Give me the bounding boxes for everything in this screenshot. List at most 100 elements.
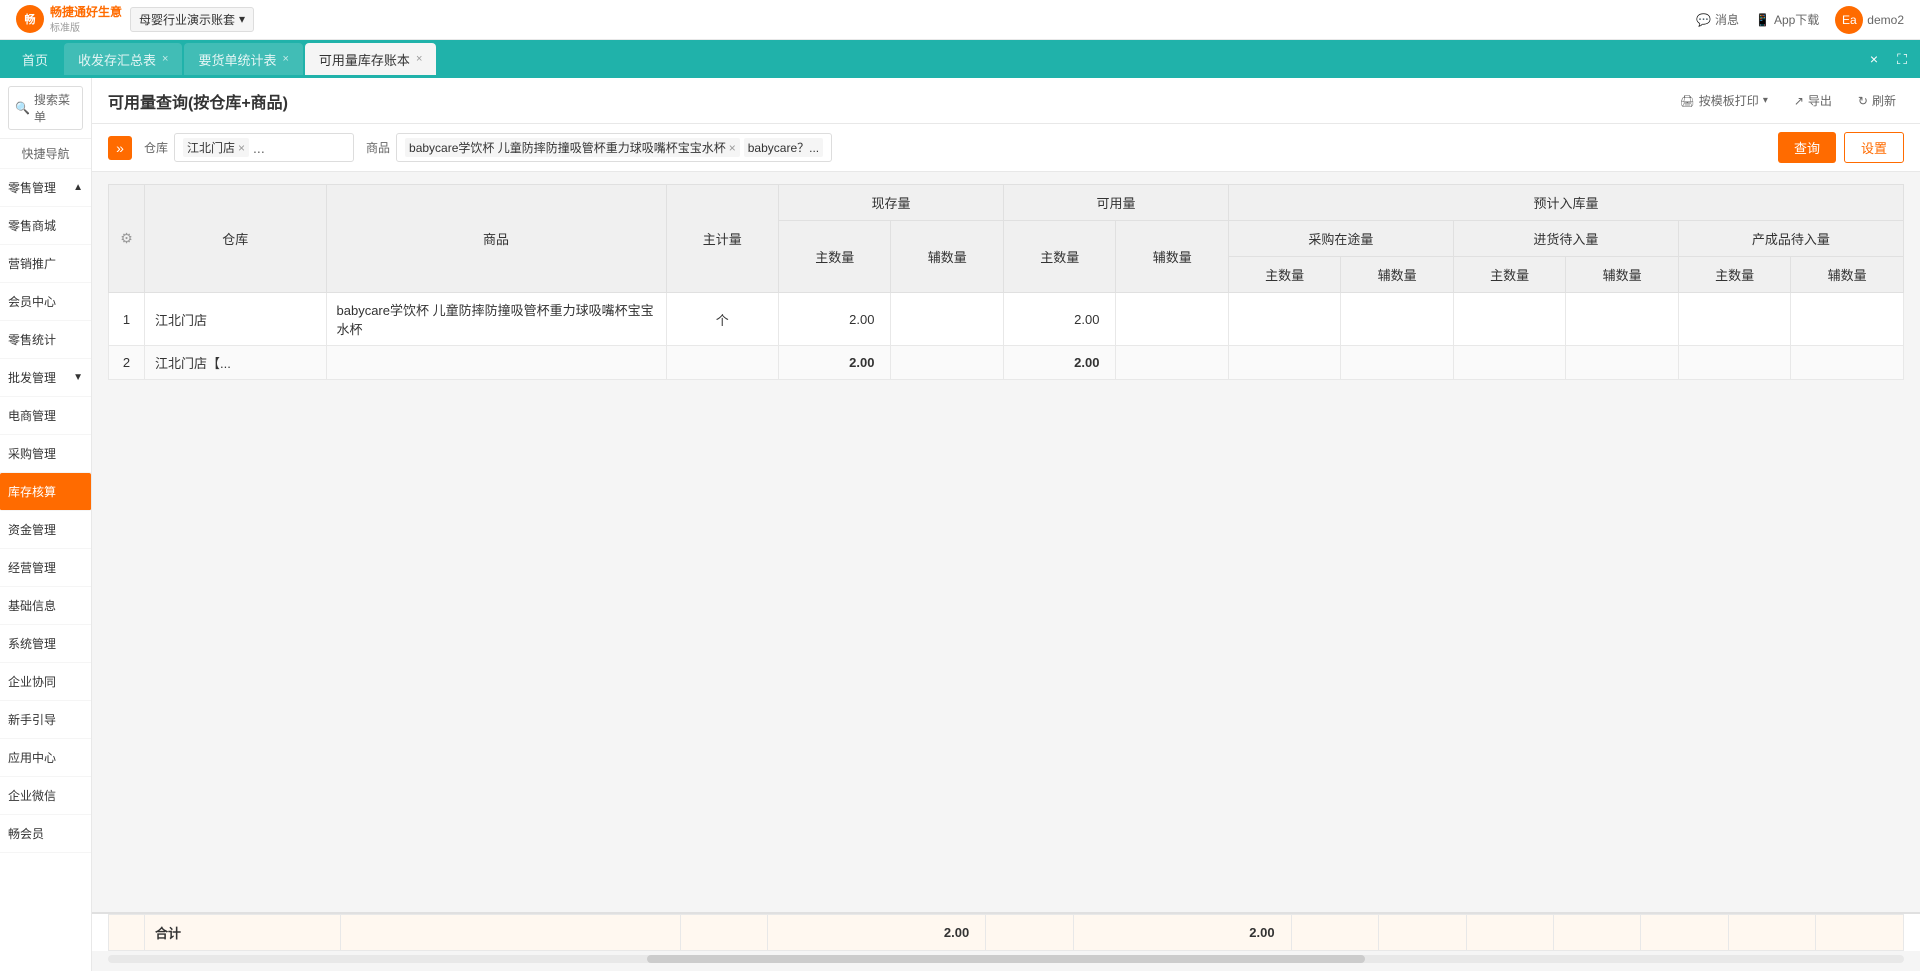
inventory-table: ⚙ 仓库 商品 主计量 现存量 可用量 预计入库量 主数量 辅数量 主数量 辅数… bbox=[108, 184, 1904, 380]
win-maximize-btn[interactable]: ⛶ bbox=[1892, 49, 1912, 69]
th-purch-incoming-aux: 辅数量 bbox=[1566, 257, 1678, 293]
cell-pi-aux-2 bbox=[1566, 346, 1678, 380]
sidebar-item-app-center[interactable]: 应用中心 bbox=[0, 739, 91, 777]
sidebar-item-ecommerce[interactable]: 电商管理 bbox=[0, 397, 91, 435]
th-stock-aux: 辅数量 bbox=[891, 221, 1003, 293]
sidebar-item-retail-mall[interactable]: 零售商城 bbox=[0, 207, 91, 245]
sidebar-item-wechat[interactable]: 企业微信 bbox=[0, 777, 91, 815]
th-main-unit: 主计量 bbox=[666, 185, 778, 293]
product-tag-1-value: babycare学饮杯 儿童防摔防撞吸管杯重力球吸嘴杯宝宝水杯 bbox=[409, 139, 726, 156]
table-row: 2 江北门店【... 2.00 2.00 bbox=[109, 346, 1904, 380]
sidebar-label-retail-mall: 零售商城 bbox=[8, 217, 56, 234]
message-icon: 💬 bbox=[1696, 13, 1711, 27]
message-btn[interactable]: 💬 消息 bbox=[1696, 11, 1739, 28]
footer-prodi-aux bbox=[1816, 915, 1904, 951]
sidebar-label-inventory-check: 库存核算 bbox=[8, 483, 56, 500]
search-menu-label: 搜索菜单 bbox=[34, 91, 76, 125]
user-menu[interactable]: Ea demo2 bbox=[1835, 6, 1904, 34]
product-tag-1-remove[interactable]: × bbox=[729, 141, 736, 155]
sidebar-label-finance: 资金管理 bbox=[8, 521, 56, 538]
sidebar-item-retail-mgmt[interactable]: 零售管理 ▲ bbox=[0, 169, 91, 207]
tab-home[interactable]: 首页 bbox=[8, 43, 62, 75]
tab-inventory-label: 可用量库存账本 bbox=[319, 50, 410, 69]
th-prod-incoming-main: 主数量 bbox=[1678, 257, 1790, 293]
tab-home-label: 首页 bbox=[22, 50, 48, 69]
content-area: 可用量查询(按仓库+商品) 🖨 按模板打印 ▾ ↗ 导出 ↻ 刷新 » bbox=[92, 78, 1920, 971]
print-label: 按模板打印 bbox=[1699, 92, 1759, 109]
search-menu-btn[interactable]: 🔍 搜索菜单 bbox=[8, 86, 83, 130]
refresh-btn[interactable]: ↻ 刷新 bbox=[1850, 88, 1904, 113]
th-settings: ⚙ bbox=[109, 185, 145, 293]
win-close-btn[interactable]: × bbox=[1864, 49, 1884, 69]
sidebar-item-purchase[interactable]: 采购管理 bbox=[0, 435, 91, 473]
warehouse-tag-remove[interactable]: × bbox=[238, 141, 245, 155]
sidebar-label-app-center: 应用中心 bbox=[8, 749, 56, 766]
query-button[interactable]: 查询 bbox=[1778, 132, 1836, 163]
cell-stock-aux-1 bbox=[891, 293, 1003, 346]
th-available: 可用量 bbox=[1003, 185, 1228, 221]
industry-selector[interactable]: 母婴行业演示账套 ▾ bbox=[130, 7, 254, 32]
cell-avail-main-1: 2.00 bbox=[1003, 293, 1115, 346]
th-prod-incoming: 产成品待入量 bbox=[1678, 221, 1903, 257]
scrollbar-area bbox=[92, 951, 1920, 971]
sidebar-item-member2[interactable]: 畅会员 bbox=[0, 815, 91, 853]
sidebar-item-sys-mgmt[interactable]: 系统管理 bbox=[0, 625, 91, 663]
sidebar-item-member[interactable]: 会员中心 bbox=[0, 283, 91, 321]
filter-expand-btn[interactable]: » bbox=[108, 136, 132, 160]
chevron-up-icon: ▲ bbox=[73, 182, 83, 193]
sidebar-item-finance[interactable]: 资金管理 bbox=[0, 511, 91, 549]
brand-name: 畅捷通好生意 bbox=[50, 5, 122, 19]
warehouse-ellipsis[interactable]: ... bbox=[253, 140, 265, 156]
footer-pi-aux bbox=[1641, 915, 1728, 951]
export-label: 导出 bbox=[1808, 92, 1832, 109]
th-purch-transit-main: 主数量 bbox=[1228, 257, 1340, 293]
app-download-btn[interactable]: 📱 App下载 bbox=[1755, 11, 1819, 28]
th-stock-main: 主数量 bbox=[779, 221, 891, 293]
sidebar-item-retail-stats[interactable]: 零售统计 bbox=[0, 321, 91, 359]
sidebar-item-enterprise[interactable]: 企业协同 bbox=[0, 663, 91, 701]
tab-inventory-close[interactable]: × bbox=[416, 53, 422, 65]
export-btn[interactable]: ↗ 导出 bbox=[1786, 88, 1840, 113]
print-btn[interactable]: 🖨 按模板打印 ▾ bbox=[1672, 88, 1776, 113]
printer-icon: 🖨 bbox=[1680, 94, 1695, 108]
th-purch-transit-aux: 辅数量 bbox=[1341, 257, 1453, 293]
sidebar: 🔍 搜索菜单 快捷导航 零售管理 ▲ 零售商城 营销推广 会员中心 零售统计 批… bbox=[0, 78, 92, 971]
sidebar-item-inventory-check[interactable]: 库存核算 bbox=[0, 473, 91, 511]
sidebar-item-base-info[interactable]: 基础信息 bbox=[0, 587, 91, 625]
tab-order-close[interactable]: × bbox=[282, 53, 288, 65]
sidebar-item-new-guide[interactable]: 新手引导 bbox=[0, 701, 91, 739]
scrollbar-thumb[interactable] bbox=[647, 955, 1365, 963]
refresh-icon: ↻ bbox=[1858, 94, 1868, 108]
tab-inventory[interactable]: 可用量库存账本 × bbox=[305, 43, 436, 75]
chevron-down-icon: ▾ bbox=[1763, 95, 1768, 106]
sidebar-item-operations[interactable]: 经营管理 bbox=[0, 549, 91, 587]
tab-order[interactable]: 要货单统计表 × bbox=[184, 43, 302, 75]
cell-stock-aux-2 bbox=[891, 346, 1003, 380]
sidebar-label-operations: 经营管理 bbox=[8, 559, 56, 576]
filter-bar: » 仓库 江北门店 × ... 商品 babycare学饮杯 儿童防摔防撞吸管杯… bbox=[92, 124, 1920, 172]
cell-prodi-main-2 bbox=[1678, 346, 1790, 380]
warehouse-tag-value: 江北门店 bbox=[187, 139, 235, 156]
chevron-down-icon: ▼ bbox=[73, 372, 83, 383]
sidebar-item-marketing[interactable]: 营销推广 bbox=[0, 245, 91, 283]
tab-receive-close[interactable]: × bbox=[162, 53, 168, 65]
settings-icon[interactable]: ⚙ bbox=[120, 230, 133, 246]
export-icon: ↗ bbox=[1794, 94, 1804, 108]
app-download-icon: 📱 bbox=[1755, 13, 1770, 27]
cell-product-2 bbox=[326, 346, 666, 380]
sidebar-item-wholesale-mgmt[interactable]: 批发管理 ▼ bbox=[0, 359, 91, 397]
horizontal-scrollbar[interactable] bbox=[108, 955, 1904, 963]
sidebar-label-retail-mgmt: 零售管理 bbox=[8, 179, 56, 196]
sidebar-label-new-guide: 新手引导 bbox=[8, 711, 56, 728]
sidebar-label-wholesale-mgmt: 批发管理 bbox=[8, 369, 56, 386]
warehouse-tag: 江北门店 × bbox=[183, 138, 249, 157]
product-filter-input[interactable]: babycare学饮杯 儿童防摔防撞吸管杯重力球吸嘴杯宝宝水杯 × babyca… bbox=[396, 133, 832, 162]
tab-receive[interactable]: 收发存汇总表 × bbox=[64, 43, 182, 75]
product-filter-label: 商品 bbox=[366, 139, 390, 156]
warehouse-filter-input[interactable]: 江北门店 × ... bbox=[174, 133, 354, 162]
sidebar-item-quick-nav[interactable]: 快捷导航 bbox=[0, 139, 91, 169]
avatar: Ea bbox=[1835, 6, 1863, 34]
username: demo2 bbox=[1867, 13, 1904, 27]
cell-avail-aux-1 bbox=[1116, 293, 1228, 346]
settings-button[interactable]: 设置 bbox=[1844, 132, 1904, 163]
